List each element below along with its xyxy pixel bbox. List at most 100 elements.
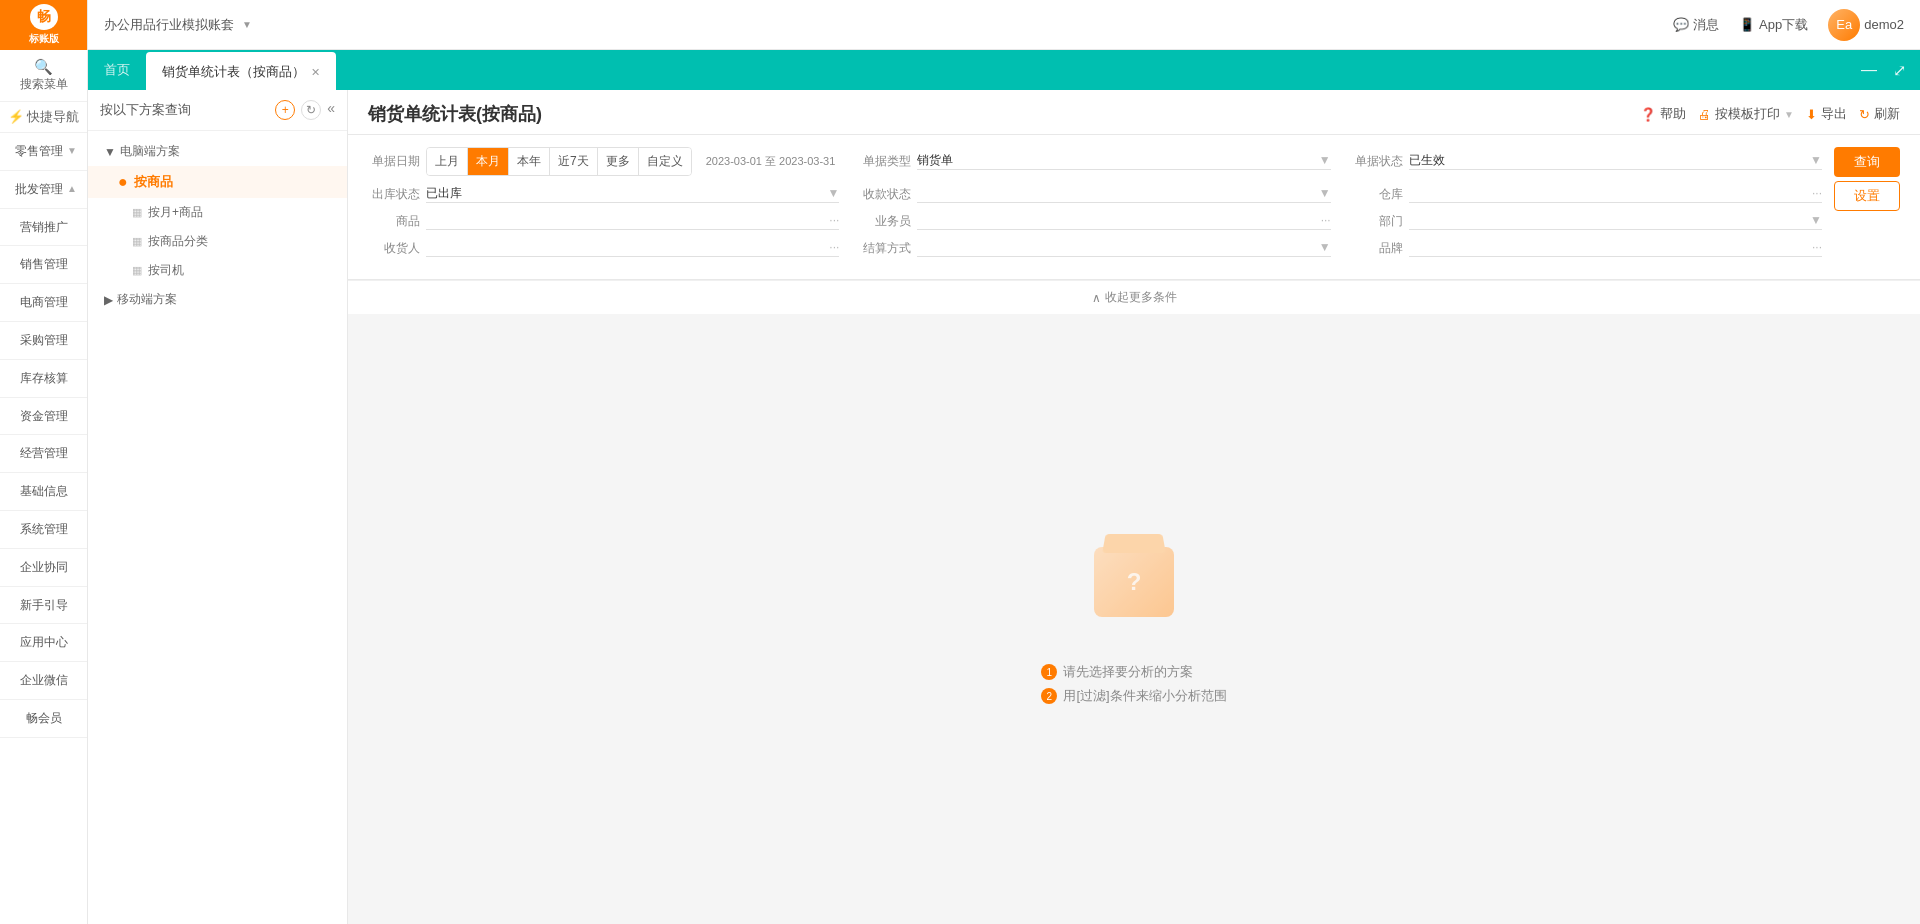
tree-item-month-product[interactable]: ▦ 按月+商品 (88, 198, 347, 227)
empty-box-graphic: ? (1094, 547, 1174, 617)
filter-row-2: 出库状态 ▼ 收款状态 ▼ (368, 186, 1822, 203)
sidebar-item-newbie[interactable]: 新手引导 (0, 587, 87, 625)
sidebar: 畅 标账版 🔍 搜索菜单 ⚡ 快捷导航 零售管理 ▼ 批发管理 ▲ 营销推广 销… (0, 0, 88, 924)
sidebar-item-inventory[interactable]: 库存核算 (0, 360, 87, 398)
collapse-panel-btn[interactable]: « (327, 100, 335, 120)
date-current-month[interactable]: 本月 (468, 148, 509, 175)
tree-group-desktop[interactable]: ▼ 电脑端方案 (88, 137, 347, 166)
payment-input-wrap: ▼ (917, 186, 1330, 203)
sidebar-item-apps[interactable]: 应用中心 (0, 624, 87, 662)
recipient-ellipsis-icon[interactable]: ··· (829, 240, 839, 254)
sidebar-item-wechat[interactable]: 企业微信 (0, 662, 87, 700)
print-dropdown-arrow[interactable]: ▼ (1784, 109, 1794, 120)
sidebar-item-corp[interactable]: 企业协同 (0, 549, 87, 587)
warehouse-label: 仓库 (1351, 186, 1403, 203)
help-btn[interactable]: ❓ 帮助 (1640, 105, 1686, 123)
export-btn[interactable]: ⬇ 导出 (1806, 105, 1847, 123)
tab-close-btn[interactable]: ✕ (311, 66, 320, 79)
sidebar-item-purchase[interactable]: 采购管理 (0, 322, 87, 360)
out-status-label: 出库状态 (368, 186, 420, 203)
settlement-input-wrap: ▼ (917, 240, 1330, 257)
sidebar-item-basic[interactable]: 基础信息 (0, 473, 87, 511)
add-scheme-btn[interactable]: + (275, 100, 295, 120)
app-name-label: 办公用品行业模拟账套 (104, 16, 234, 34)
help-icon: ❓ (1640, 107, 1656, 122)
settlement-input[interactable] (917, 240, 1318, 254)
query-btn[interactable]: 查询 (1834, 147, 1900, 177)
salesperson-label: 业务员 (859, 213, 911, 230)
app-download-btn[interactable]: 📱 App下载 (1739, 16, 1808, 34)
left-panel-header: 按以下方案查询 + ↻ « (88, 90, 347, 131)
tab-maximize-btn[interactable]: ⤢ (1887, 59, 1912, 82)
tree-sub-icon-category: ▦ (132, 235, 142, 248)
payment-input[interactable] (917, 186, 1318, 200)
date-last-month[interactable]: 上月 (427, 148, 468, 175)
collapse-filter-btn[interactable]: ∧ 收起更多条件 (348, 280, 1920, 314)
tree-group-arrow: ▼ (104, 145, 116, 159)
date-current-year[interactable]: 本年 (509, 148, 550, 175)
tab-minimize-btn[interactable]: — (1855, 59, 1883, 81)
filter-salesperson: 业务员 ··· (859, 213, 1330, 230)
settlement-dropdown-icon[interactable]: ▼ (1319, 240, 1331, 254)
doc-status-input-wrap: ▼ (1409, 153, 1822, 170)
doc-type-input[interactable] (917, 153, 1318, 167)
brand-input[interactable] (1409, 240, 1812, 254)
out-status-input[interactable] (426, 186, 827, 200)
print-btn[interactable]: 🖨 按模板打印 ▼ (1698, 105, 1794, 123)
tree-item-by-product[interactable]: ● 按商品 (88, 166, 347, 198)
date-more[interactable]: 更多 (598, 148, 639, 175)
refresh-scheme-btn[interactable]: ↻ (301, 100, 321, 120)
department-dropdown-icon[interactable]: ▼ (1810, 213, 1822, 227)
department-input-wrap: ▼ (1409, 213, 1822, 230)
doc-type-dropdown-icon[interactable]: ▼ (1319, 153, 1331, 167)
quick-nav-btn[interactable]: ⚡ 快捷导航 (0, 102, 87, 133)
brand-ellipsis-icon[interactable]: ··· (1812, 240, 1822, 254)
sidebar-item-system[interactable]: 系统管理 (0, 511, 87, 549)
recipient-input[interactable] (426, 240, 829, 254)
date-last7[interactable]: 近7天 (550, 148, 598, 175)
salesperson-ellipsis-icon[interactable]: ··· (1321, 213, 1331, 227)
payment-dropdown-icon[interactable]: ▼ (1319, 186, 1331, 200)
tree-group-mobile[interactable]: ▶ 移动端方案 (88, 285, 347, 314)
user-menu-btn[interactable]: Ea demo2 (1828, 9, 1904, 41)
tree-sub-icon-month: ▦ (132, 206, 142, 219)
doc-status-input[interactable] (1409, 153, 1810, 167)
tab-report[interactable]: 销货单统计表（按商品） ✕ (146, 52, 336, 92)
sidebar-item-operations[interactable]: 经营管理 (0, 435, 87, 473)
date-range-text: 2023-03-01 至 2023-03-31 (706, 154, 836, 169)
sidebar-item-wholesale[interactable]: 批发管理 ▲ (0, 171, 87, 209)
tab-home[interactable]: 首页 (88, 50, 146, 90)
settings-btn[interactable]: 设置 (1834, 181, 1900, 211)
doc-status-dropdown-icon[interactable]: ▼ (1810, 153, 1822, 167)
tree-item-category[interactable]: ▦ 按商品分类 (88, 227, 347, 256)
date-custom[interactable]: 自定义 (639, 148, 691, 175)
filter-fields: 单据日期 上月 本月 本年 近7天 更多 自定义 20 (368, 147, 1822, 267)
refresh-btn[interactable]: ↻ 刷新 (1859, 105, 1900, 123)
sidebar-item-finance[interactable]: 资金管理 (0, 398, 87, 436)
app-name-area: 办公用品行业模拟账套 ▼ (104, 16, 252, 34)
warehouse-ellipsis-icon[interactable]: ··· (1812, 186, 1822, 200)
department-input[interactable] (1409, 213, 1810, 227)
product-ellipsis-icon[interactable]: ··· (829, 213, 839, 227)
warehouse-input[interactable] (1409, 186, 1812, 200)
filter-row-1: 单据日期 上月 本月 本年 近7天 更多 自定义 20 (368, 147, 1822, 176)
recipient-label: 收货人 (368, 240, 420, 257)
refresh-icon: ↻ (1859, 107, 1870, 122)
filter-row-4: 收货人 ··· 结算方式 ▼ (368, 240, 1822, 257)
payment-label: 收款状态 (859, 186, 911, 203)
sidebar-item-retail[interactable]: 零售管理 ▼ (0, 133, 87, 171)
sidebar-item-member[interactable]: 畅会员 (0, 700, 87, 738)
out-status-dropdown-icon[interactable]: ▼ (827, 186, 839, 200)
page-header-actions: ❓ 帮助 🖨 按模板打印 ▼ ⬇ 导出 ↻ 刷新 (1640, 105, 1900, 123)
filter-brand: 品牌 ··· (1351, 240, 1822, 257)
tree-item-driver[interactable]: ▦ 按司机 (88, 256, 347, 285)
search-menu-btn[interactable]: 🔍 搜索菜单 (0, 50, 87, 102)
doc-type-input-wrap: ▼ (917, 153, 1330, 170)
product-input[interactable] (426, 213, 829, 227)
app-name-dropdown[interactable]: ▼ (242, 19, 252, 30)
salesperson-input[interactable] (917, 213, 1320, 227)
sidebar-item-ecommerce[interactable]: 电商管理 (0, 284, 87, 322)
sidebar-item-marketing[interactable]: 营销推广 (0, 209, 87, 247)
sidebar-item-sales[interactable]: 销售管理 (0, 246, 87, 284)
message-btn[interactable]: 💬 消息 (1673, 16, 1719, 34)
